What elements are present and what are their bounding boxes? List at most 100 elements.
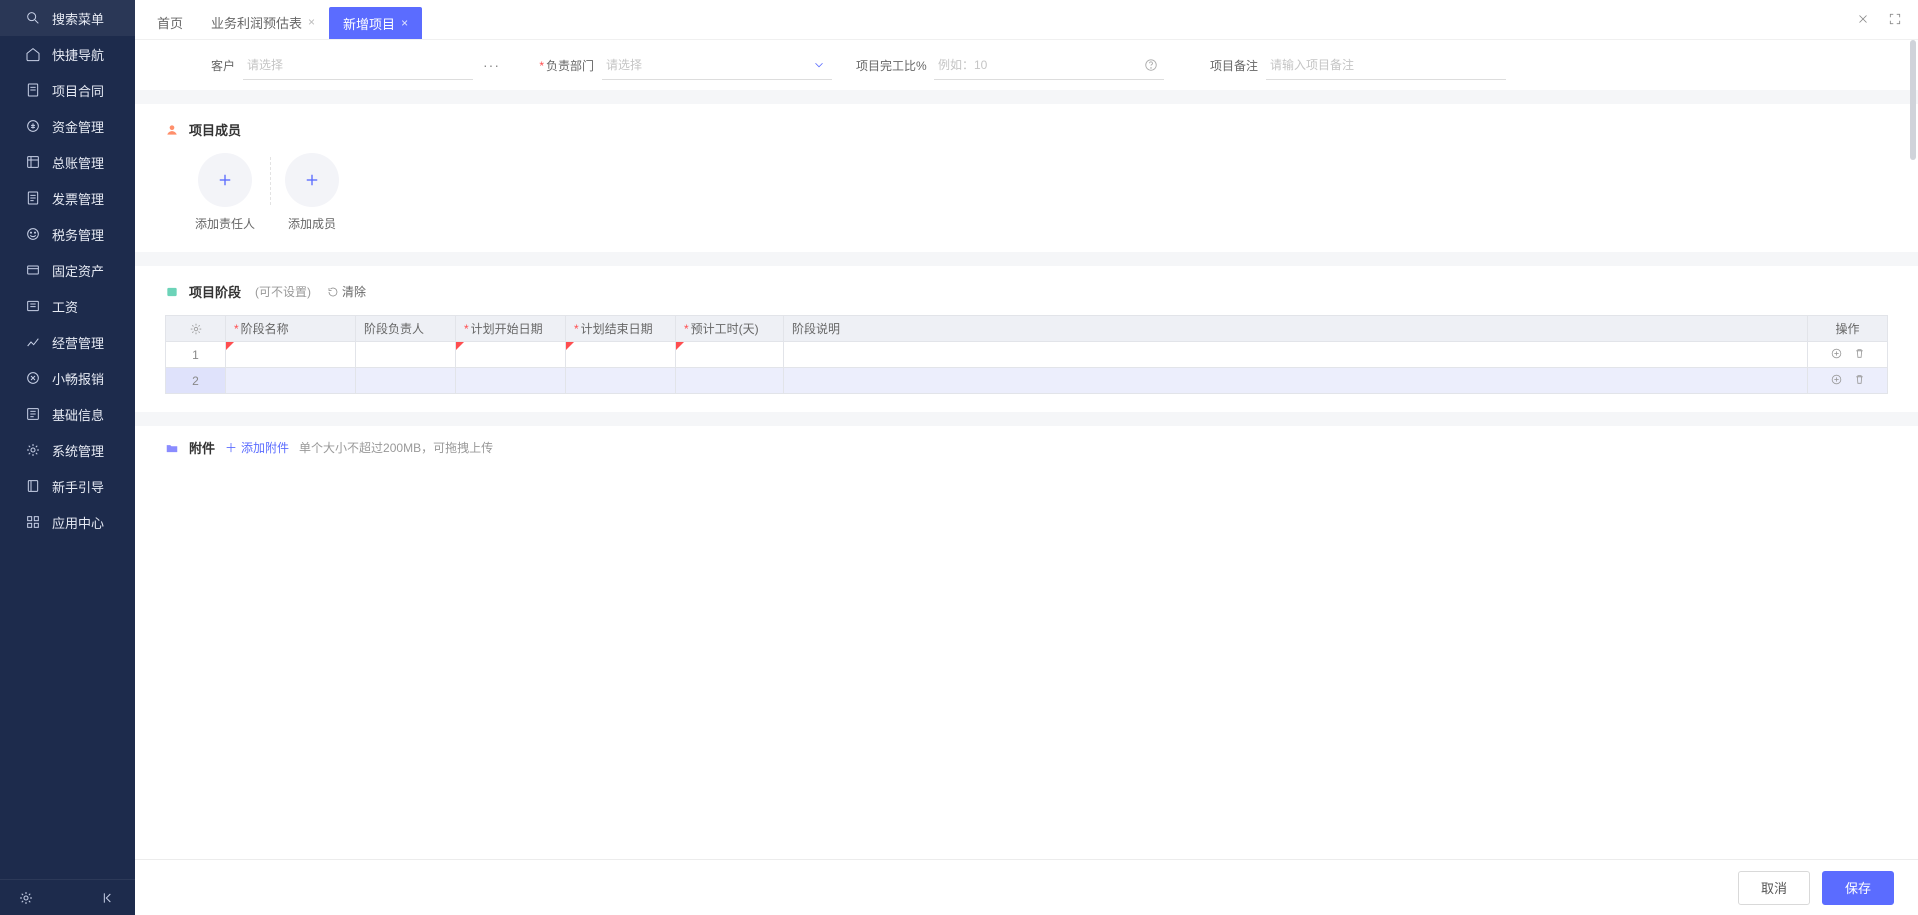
fullscreen-icon[interactable] <box>1884 8 1906 30</box>
table-row: 1 <box>166 342 1888 368</box>
stages-icon <box>165 285 179 299</box>
tab-profit-estimate[interactable]: 业务利润预估表 × <box>197 5 329 39</box>
sidebar-item-label: 快捷导航 <box>52 45 104 64</box>
sidebar-item-assets[interactable]: 固定资产 <box>0 252 135 288</box>
department-input[interactable] <box>602 50 832 80</box>
tab-label: 首页 <box>157 13 183 32</box>
sidebar-item-label: 发票管理 <box>52 189 104 208</box>
close-icon[interactable]: × <box>308 15 315 29</box>
gear-icon[interactable] <box>18 890 34 906</box>
cell-stage-name[interactable] <box>226 368 356 394</box>
tab-home[interactable]: 首页 <box>143 5 197 39</box>
add-member-label: 添加成员 <box>288 215 336 232</box>
sidebar: 搜索菜单 快捷导航 项目合同 资金管理 总账管理 发票管理 税务管理 固定资产 … <box>0 0 135 915</box>
home-icon <box>24 45 42 63</box>
add-attachment-button[interactable]: ＋添加附件 <box>225 439 289 456</box>
add-member-button[interactable] <box>285 153 339 207</box>
add-owner-label: 添加责任人 <box>195 215 255 232</box>
cell-stage-owner[interactable] <box>356 342 456 368</box>
section-stages: 项目阶段 (可不设置) 清除 <box>135 266 1918 315</box>
sidebar-item-search[interactable]: 搜索菜单 <box>0 0 135 36</box>
row-delete-icon[interactable] <box>1853 373 1866 386</box>
sidebar-item-label: 总账管理 <box>52 153 104 172</box>
sidebar-item-label: 新手引导 <box>52 477 104 496</box>
add-owner-button[interactable] <box>198 153 252 207</box>
more-icon[interactable]: ··· <box>483 57 500 73</box>
close-icon[interactable]: × <box>401 16 408 30</box>
sidebar-item-guide[interactable]: 新手引导 <box>0 468 135 504</box>
app-icon <box>24 513 42 531</box>
cell-stage-desc[interactable] <box>784 342 1808 368</box>
invoice-icon <box>24 189 42 207</box>
gear-column-icon[interactable] <box>166 316 226 342</box>
sidebar-item-basic[interactable]: 基础信息 <box>0 396 135 432</box>
sidebar-item-label: 经营管理 <box>52 333 104 352</box>
customer-input[interactable] <box>243 50 473 80</box>
cell-est-hours[interactable] <box>676 368 784 394</box>
tab-label: 业务利润预估表 <box>211 13 302 32</box>
members-icon <box>165 123 179 137</box>
sidebar-item-funds[interactable]: 资金管理 <box>0 108 135 144</box>
stages-table: 阶段名称 阶段负责人 计划开始日期 计划结束日期 预计工时(天) 阶段说明 操作 <box>135 315 1918 412</box>
cell-stage-desc[interactable] <box>784 368 1808 394</box>
sidebar-item-system[interactable]: 系统管理 <box>0 432 135 468</box>
add-owner-tile: 添加责任人 <box>195 153 255 232</box>
department-label: 负责部门 <box>524 57 594 74</box>
sidebar-item-label: 搜索菜单 <box>52 9 104 28</box>
remark-label: 项目备注 <box>1188 57 1258 74</box>
search-icon <box>24 9 42 27</box>
sidebar-item-ledger[interactable]: 总账管理 <box>0 144 135 180</box>
sidebar-item-apps[interactable]: 应用中心 <box>0 504 135 540</box>
sidebar-item-label: 工资 <box>52 297 78 316</box>
add-attachment-label: 添加附件 <box>241 439 289 456</box>
attachment-title: 附件 <box>189 438 215 457</box>
cell-plan-start[interactable] <box>456 342 566 368</box>
sidebar-item-project-contract[interactable]: 项目合同 <box>0 72 135 108</box>
table-row: 2 <box>166 368 1888 394</box>
remark-input[interactable] <box>1266 50 1506 80</box>
cell-ops <box>1808 368 1888 394</box>
scrollbar[interactable] <box>1908 40 1916 859</box>
cell-est-hours[interactable] <box>676 342 784 368</box>
salary-icon <box>24 297 42 315</box>
stages-title: 项目阶段 <box>189 282 241 301</box>
tab-new-project[interactable]: 新增项目× <box>329 7 422 39</box>
collapse-icon[interactable] <box>101 890 117 906</box>
percent-input[interactable] <box>934 50 1164 80</box>
row-delete-icon[interactable] <box>1853 347 1866 360</box>
biz-icon <box>24 333 42 351</box>
sidebar-item-invoice[interactable]: 发票管理 <box>0 180 135 216</box>
sidebar-item-salary[interactable]: 工资 <box>0 288 135 324</box>
ledger-icon <box>24 153 42 171</box>
customer-label: 客户 <box>165 57 235 74</box>
stages-clear-button[interactable]: 清除 <box>327 283 366 300</box>
cell-plan-start[interactable] <box>456 368 566 394</box>
sidebar-item-tax[interactable]: 税务管理 <box>0 216 135 252</box>
cancel-button[interactable]: 取消 <box>1738 871 1810 905</box>
folder-icon <box>165 441 179 455</box>
sidebar-item-quicknav[interactable]: 快捷导航 <box>0 36 135 72</box>
cancel-label: 取消 <box>1761 878 1787 897</box>
cell-plan-end[interactable] <box>566 368 676 394</box>
cell-stage-name[interactable] <box>226 342 356 368</box>
sidebar-item-expense[interactable]: 小畅报销 <box>0 360 135 396</box>
row-index: 2 <box>166 368 226 394</box>
cell-plan-end[interactable] <box>566 342 676 368</box>
attachment-hint: 单个大小不超过200MB，可拖拽上传 <box>299 439 493 456</box>
stages-clear-label: 清除 <box>342 283 366 300</box>
help-icon[interactable] <box>1144 58 1158 72</box>
sidebar-item-label: 资金管理 <box>52 117 104 136</box>
sidebar-item-label: 项目合同 <box>52 81 104 100</box>
cell-stage-owner[interactable] <box>356 368 456 394</box>
save-button[interactable]: 保存 <box>1822 871 1894 905</box>
expense-icon <box>24 369 42 387</box>
sidebar-item-label: 应用中心 <box>52 513 104 532</box>
row-add-icon[interactable] <box>1830 347 1843 360</box>
col-est-hours: 预计工时(天) <box>676 316 784 342</box>
row-add-icon[interactable] <box>1830 373 1843 386</box>
sidebar-item-business[interactable]: 经营管理 <box>0 324 135 360</box>
data-icon <box>24 405 42 423</box>
table-header-row: 阶段名称 阶段负责人 计划开始日期 计划结束日期 预计工时(天) 阶段说明 操作 <box>166 316 1888 342</box>
close-panel-icon[interactable] <box>1852 8 1874 30</box>
cell-ops <box>1808 342 1888 368</box>
